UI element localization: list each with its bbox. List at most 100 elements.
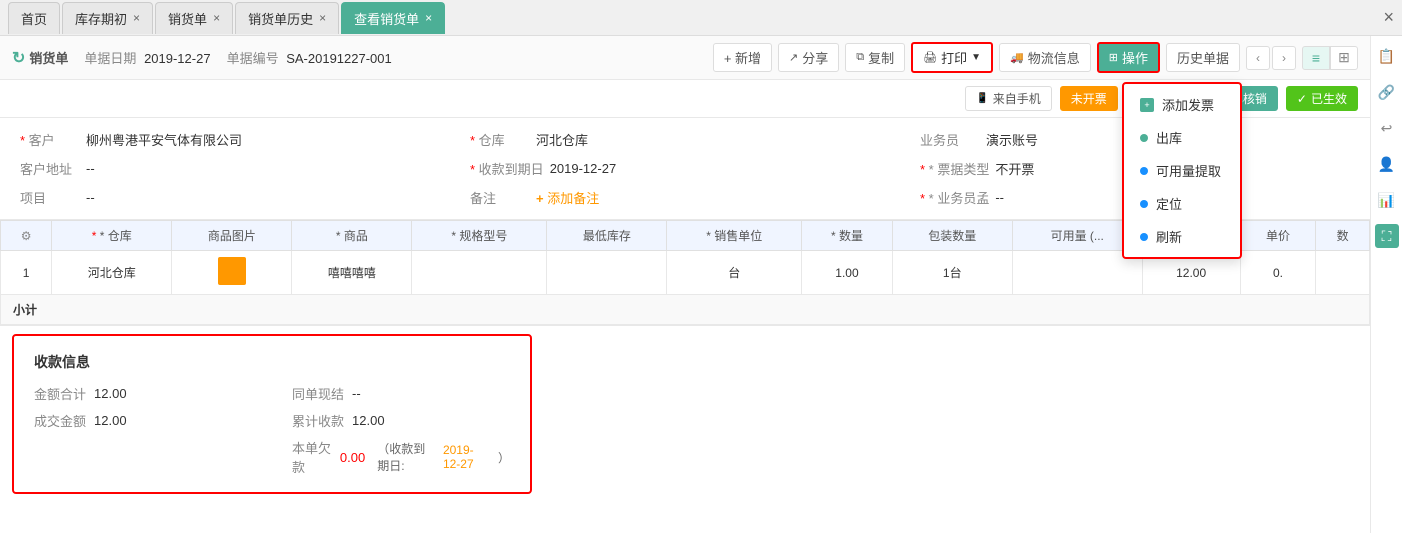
th-pack-qty: 包装数量 (892, 221, 1012, 251)
row-quantity: 1.00 (802, 251, 893, 295)
row-min-stock (547, 251, 667, 295)
row-image (172, 251, 292, 295)
available-qty-icon (1140, 167, 1148, 175)
doc-title-text: 销货单 (29, 48, 68, 67)
grid-view-button[interactable]: ⊞ (1330, 46, 1358, 70)
dropdown-locate[interactable]: 定位 (1124, 187, 1240, 220)
operations-button[interactable]: ⊞ 操作 (1097, 42, 1160, 73)
sidebar-icon-chart[interactable]: 📊 (1375, 188, 1399, 212)
close-tab-sales-history[interactable]: × (319, 11, 326, 25)
date-value: 2019-12-27 (144, 51, 211, 66)
view-toggle: ≡ ⊞ (1302, 46, 1358, 70)
history-button[interactable]: 历史单据 (1166, 43, 1240, 72)
logistics-button[interactable]: 🚚 物流信息 (999, 43, 1091, 72)
row-amount (1316, 251, 1370, 295)
th-product: * 商品 (292, 221, 412, 251)
dropdown-add-invoice[interactable]: + 添加发票 (1124, 88, 1240, 121)
project-value: -- (86, 190, 95, 205)
dropdown-refresh[interactable]: 刷新 (1124, 220, 1240, 253)
dropdown-out-stock[interactable]: 出库 (1124, 121, 1240, 154)
customer-address-field: 客户地址 -- (20, 159, 450, 178)
number-value: SA-20191227-001 (286, 51, 392, 66)
warehouse-value: 河北仓库 (536, 130, 588, 149)
not-opened-button[interactable]: 未开票 (1060, 86, 1118, 111)
list-view-button[interactable]: ≡ (1302, 46, 1330, 70)
summary-col-2: 同单现结 -- 累计收款 12.00 本单欠款 0.00 （收款到期日: 201… (292, 384, 510, 476)
out-stock-icon (1140, 134, 1148, 142)
salesperson-meng-value: -- (995, 190, 1004, 205)
row-pack-qty: 1台 (892, 251, 1012, 295)
customer-address-value: -- (86, 161, 95, 176)
subtotal-label: 小计 (1, 295, 1370, 325)
due-amount-row: 本单欠款 0.00 （收款到期日: 2019-12-27 ） (292, 438, 510, 476)
due-date-value: 2019-12-27 (550, 161, 617, 176)
add-note-button[interactable]: + 添加备注 (536, 188, 599, 207)
sidebar-icon-expand[interactable]: ⛶ (1375, 224, 1399, 248)
next-button[interactable]: › (1272, 46, 1296, 70)
summary-section: 收款信息 金额合计 12.00 成交金额 12.00 同单现结 -- (12, 334, 532, 494)
project-field: 项目 -- (20, 188, 450, 207)
sidebar-icon-doc[interactable]: 📋 (1375, 44, 1399, 68)
date-label: 单据日期 2019-12-27 (84, 48, 210, 67)
print-button[interactable]: 🖨 打印 ▼ (911, 42, 993, 73)
th-settings[interactable]: ⚙ (1, 221, 52, 251)
close-tab-view-sales-order[interactable]: × (425, 11, 432, 25)
row-spec (412, 251, 547, 295)
th-unit: * 销售单位 (667, 221, 802, 251)
right-sidebar: 📋 🔗 ↩ 👤 📊 ⛶ (1370, 36, 1402, 533)
tab-sales-history[interactable]: 销货单历史 × (235, 2, 339, 34)
add-button[interactable]: + 新增 (713, 43, 772, 72)
note-field: 备注 + 添加备注 (470, 188, 900, 207)
customer-value: 柳州粤港平安气体有限公司 (86, 130, 242, 149)
ticket-type-value: 不开票 (995, 159, 1034, 178)
sidebar-icon-reply[interactable]: ↩ (1375, 116, 1399, 140)
th-amount: 数 (1316, 221, 1370, 251)
th-image: 商品图片 (172, 221, 292, 251)
operations-dropdown: + 添加发票 出库 可用量提取 定位 刷新 (1122, 82, 1242, 259)
toolbar: ↻ 销货单 单据日期 2019-12-27 单据编号 SA-20191227-0… (0, 36, 1370, 80)
tab-sales-order[interactable]: 销货单 × (155, 2, 233, 34)
number-label: 单据编号 SA-20191227-001 (227, 48, 392, 67)
doc-title: ↻ 销货单 (12, 48, 68, 68)
doc-icon: ↻ (12, 48, 25, 68)
effective-button[interactable]: ✓ 已生效 (1286, 86, 1358, 111)
total-amount-row: 金额合计 12.00 (34, 384, 252, 403)
summary-title: 收款信息 (34, 352, 510, 372)
window-close-button[interactable]: × (1383, 7, 1394, 28)
customer-field: 客户 柳州粤港平安气体有限公司 (20, 130, 450, 149)
add-invoice-icon: + (1140, 98, 1154, 112)
toolbar-actions: + 新增 ↗ 分享 ⧉ 复制 🖨 打印 ▼ 🚚 物流信息 (713, 42, 1358, 73)
tab-view-sales-order[interactable]: 查看销货单 × (341, 2, 445, 34)
product-thumbnail (218, 257, 246, 285)
prev-button[interactable]: ‹ (1246, 46, 1270, 70)
sidebar-icon-link[interactable]: 🔗 (1375, 80, 1399, 104)
sidebar-icon-user[interactable]: 👤 (1375, 152, 1399, 176)
share-button[interactable]: ↗ 分享 (778, 43, 839, 72)
deal-amount-row: 成交金额 12.00 (34, 411, 252, 430)
locate-icon (1140, 200, 1148, 208)
row-index: 1 (1, 251, 52, 295)
summary-grid: 金额合计 12.00 成交金额 12.00 同单现结 -- 累计收款 (34, 384, 510, 476)
same-order-settlement-row: 同单现结 -- (292, 384, 510, 403)
dropdown-available-qty[interactable]: 可用量提取 (1124, 154, 1240, 187)
subtotal-row: 小计 (1, 295, 1370, 325)
doc-meta: 单据日期 2019-12-27 单据编号 SA-20191227-001 (84, 48, 391, 67)
total-received-row: 累计收款 12.00 (292, 411, 510, 430)
doc-title-area: ↻ 销货单 单据日期 2019-12-27 单据编号 SA-20191227-0… (12, 48, 705, 68)
due-date-field: 收款到期日 2019-12-27 (470, 159, 900, 178)
row-product: 嘻嘻嘻嘻 (292, 251, 412, 295)
nav-arrows: ‹ › (1246, 46, 1296, 70)
tab-inventory-init[interactable]: 库存期初 × (62, 2, 153, 34)
row-unit-price: 0. (1240, 251, 1316, 295)
tab-home[interactable]: 首页 (8, 2, 60, 34)
close-tab-sales-order[interactable]: × (213, 11, 220, 25)
row-unit: 台 (667, 251, 802, 295)
tab-bar: 首页 库存期初 × 销货单 × 销货单历史 × 查看销货单 × × (0, 0, 1402, 36)
refresh-icon (1140, 233, 1148, 241)
row-warehouse: 河北仓库 (52, 251, 172, 295)
copy-button[interactable]: ⧉ 复制 (845, 43, 905, 72)
th-spec: * 规格型号 (412, 221, 547, 251)
close-tab-inventory-init[interactable]: × (133, 11, 140, 25)
th-min-stock: 最低库存 (547, 221, 667, 251)
from-phone-button[interactable]: 📱 来自手机 (965, 86, 1051, 111)
